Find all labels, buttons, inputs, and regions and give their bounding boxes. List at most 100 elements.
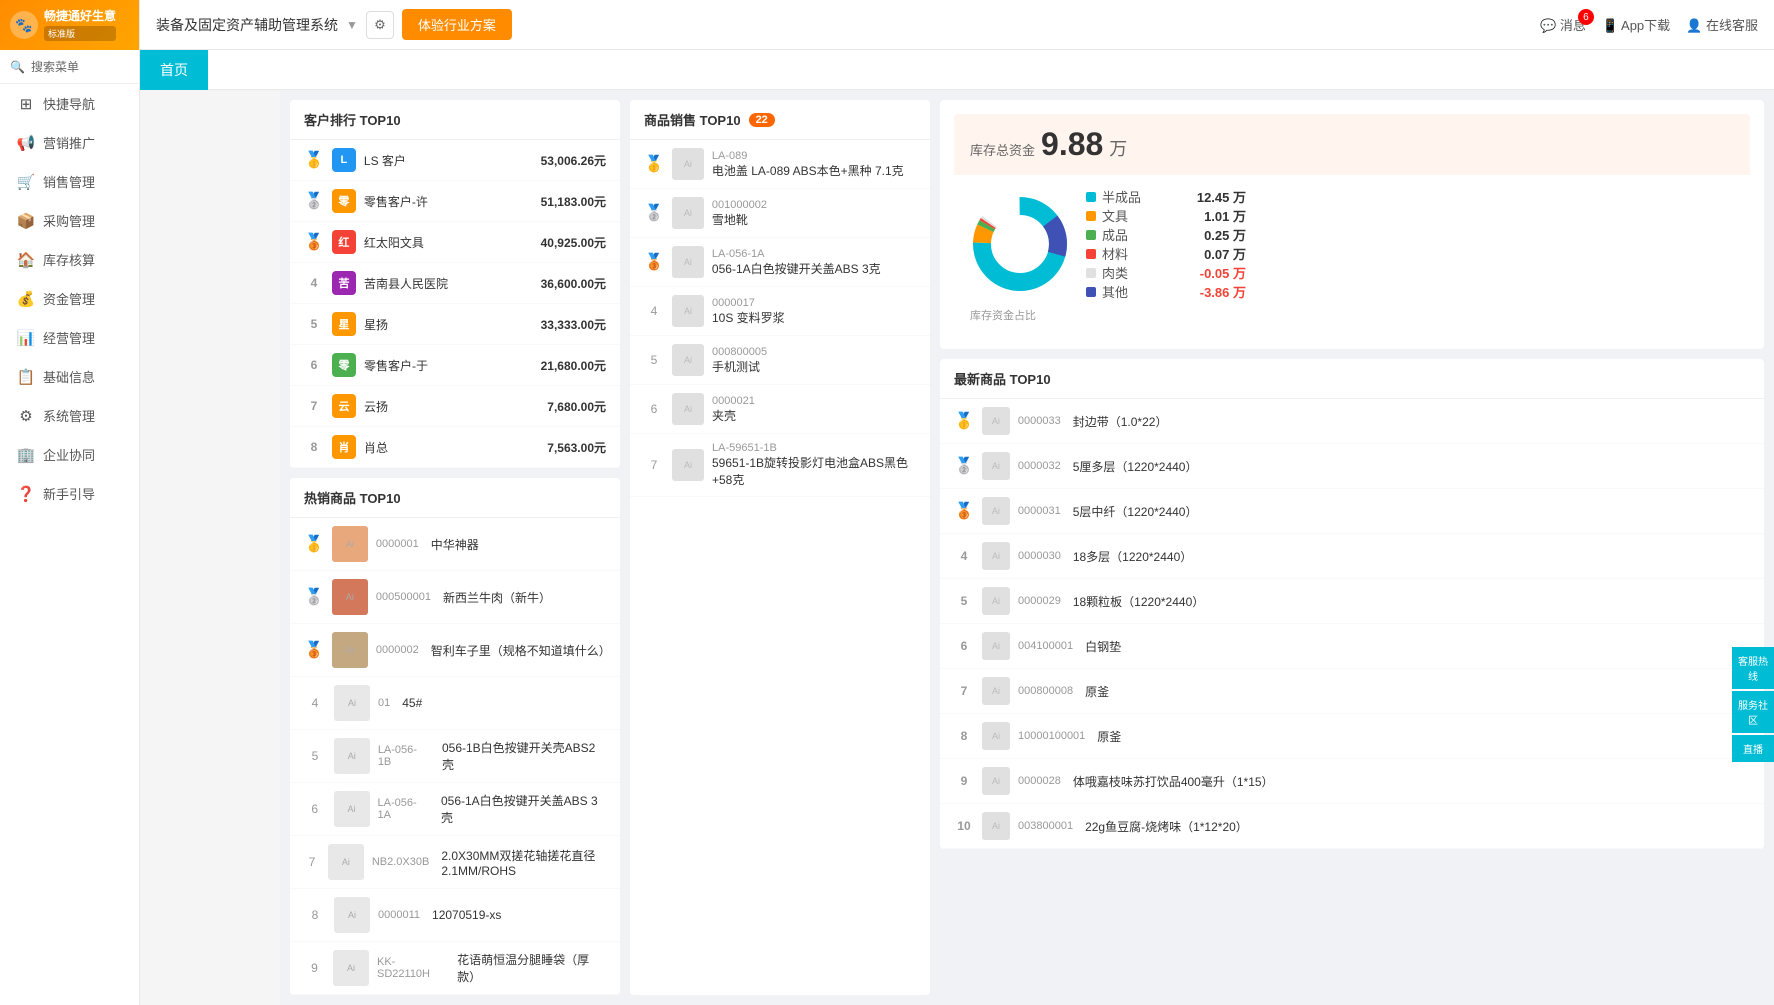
product-img: Ai — [982, 407, 1010, 435]
nav-icon-enterprise: 🏢 — [17, 446, 35, 464]
tab-home[interactable]: 首页 — [140, 50, 208, 90]
product-img: Ai — [672, 197, 704, 229]
latest-code: 0000031 — [1018, 505, 1061, 517]
hot-name: 056-1B白色按键开关壳ABS2壳 — [442, 739, 606, 773]
product-code: 0000017 — [712, 297, 916, 309]
customer-avatar: 肖 — [332, 435, 356, 459]
hot-product-img: Ai — [334, 897, 370, 933]
customer-avatar: 苦 — [332, 271, 356, 295]
medal-icon: 🥈 — [304, 191, 324, 211]
customer-name: 零售客户-于 — [364, 357, 533, 374]
rank-num: 6 — [304, 802, 326, 816]
float-btn-客服热线[interactable]: 客服热线 — [1732, 647, 1774, 689]
nav-icon-operation: 📊 — [17, 329, 35, 347]
nav-icon-finance: 💰 — [17, 290, 35, 308]
rank-num: 8 — [954, 729, 974, 743]
product-img: Ai — [982, 767, 1010, 795]
latest-name: 18多层（1220*2440） — [1073, 548, 1192, 565]
legend-item-文具: 文具 1.01 万 — [1086, 206, 1246, 225]
content-panels: 客户排行 TOP10 🥇 L LS 客户 53,006.26元 🥈 零 零售客户… — [280, 90, 1774, 1005]
product-code: 001000002 — [712, 199, 916, 211]
product-img: Ai — [672, 344, 704, 376]
customer-avatar: 红 — [332, 230, 356, 254]
nav-label-operation: 经营管理 — [43, 328, 95, 347]
latest-code: 0000030 — [1018, 550, 1061, 562]
sidebar-item-inventory[interactable]: 🏠库存核算 — [0, 240, 139, 279]
sidebar-item-sales[interactable]: 🛒销售管理 — [0, 162, 139, 201]
customer-ranking-panel: 客户排行 TOP10 🥇 L LS 客户 53,006.26元 🥈 零 零售客户… — [290, 100, 620, 468]
nav-icon-marketing: 📢 — [17, 134, 35, 152]
latest-code: 0000033 — [1018, 415, 1061, 427]
rank-num: 7 — [304, 399, 324, 413]
legend-val: 1.01 万 — [1204, 206, 1246, 225]
rank-num: 6 — [644, 402, 664, 416]
gear-button[interactable]: ⚙ — [366, 11, 394, 39]
sidebar-item-guide[interactable]: ❓新手引导 — [0, 474, 139, 513]
nav-label-marketing: 营销推广 — [43, 133, 95, 152]
product-info: 000800005 手机测试 — [712, 346, 916, 375]
rank-num: 4 — [304, 696, 326, 710]
logo-text: 畅捷通好生意 标准版 — [44, 9, 116, 42]
sidebar-item-quick-nav[interactable]: ⊞ 快捷导航 — [0, 84, 139, 123]
sidebar-item-operation[interactable]: 📊 经营管理 — [0, 318, 139, 357]
hot-product-row-2: 🥈 Ai 000500001 新西兰牛肉（新牛） — [290, 571, 620, 624]
sidebar-item-finance[interactable]: 💰 资金管理 — [0, 279, 139, 318]
rank-num: 6 — [304, 358, 324, 372]
latest-products-header: 最新商品 TOP10 — [940, 359, 1764, 399]
sidebar-item-system[interactable]: ⚙系统管理 — [0, 396, 139, 435]
float-btn-直播[interactable]: 直播 — [1732, 735, 1774, 762]
hot-code: 0000001 — [376, 538, 419, 550]
latest-product-row-10: 10 Ai 003800001 22g鱼豆腐-烧烤味（1*12*20） — [940, 804, 1764, 849]
customer-row-7: 7 云 云扬 7,680.00元 — [290, 386, 620, 427]
search-menu[interactable]: 🔍 搜索菜单 — [0, 50, 139, 84]
legend-label: 文具 — [1102, 206, 1198, 225]
hot-product-row-7: 7 Ai NB2.0X30B 2.0X30MM双搓花轴搓花直径2.1MM/ROH… — [290, 836, 620, 889]
nav-label-quick-nav: 快捷导航 — [43, 94, 95, 113]
rank-num: 7 — [644, 458, 664, 472]
product-code: 0000021 — [712, 395, 916, 407]
latest-name: 5厘多层（1220*2440） — [1073, 458, 1198, 475]
medal-icon: 🥉 — [304, 232, 324, 252]
dropdown-arrow[interactable]: ▼ — [346, 18, 358, 32]
customer-amount: 7,680.00元 — [547, 398, 606, 415]
sidebar-item-marketing[interactable]: 📢 营销推广 — [0, 123, 139, 162]
message-badge[interactable]: 💬 消息 6 — [1540, 15, 1586, 34]
sidebar-item-purchase[interactable]: 📦 采购管理 — [0, 201, 139, 240]
latest-products-list: 🥇 Ai 0000033 封边带（1.0*22） 🥈 Ai 0000032 5厘… — [940, 399, 1764, 849]
hot-product-img: Ai — [332, 632, 368, 668]
nav-label-guide: 新手引导 — [43, 484, 95, 503]
nav-label-purchase: 采购管理 — [43, 211, 95, 230]
latest-product-row-8: 8 Ai 10000100001 原釜 — [940, 714, 1764, 759]
online-service[interactable]: 👤 在线客服 — [1686, 15, 1758, 34]
medal-icon: 🥇 — [304, 150, 324, 170]
hot-code: 0000011 — [378, 909, 420, 921]
inventory-unit: 万 — [1109, 135, 1127, 161]
medal-icon: 🥉 — [644, 252, 664, 272]
hot-products-list: 🥇 Ai 0000001 中华神器 🥈 Ai 000500001 新西兰牛肉（新… — [290, 518, 620, 995]
product-img: Ai — [672, 295, 704, 327]
latest-name: 18颗粒板（1220*2440） — [1073, 593, 1204, 610]
customer-name: 红太阳文具 — [364, 234, 533, 251]
nav-icon-quick-nav: ⊞ — [17, 95, 35, 113]
latest-name: 封边带（1.0*22） — [1073, 413, 1168, 430]
latest-code: 10000100001 — [1018, 730, 1085, 742]
product-img: Ai — [982, 677, 1010, 705]
app-download[interactable]: 📱 App下载 — [1602, 15, 1670, 34]
customer-row-5: 5 星 星扬 33,333.00元 — [290, 304, 620, 345]
product-code: 000800005 — [712, 346, 916, 358]
nav-icon-purchase: 📦 — [17, 212, 35, 230]
search-icon: 🔍 — [10, 60, 25, 74]
sidebar-item-base[interactable]: 📋基础信息 — [0, 357, 139, 396]
legend-item-其他: 其他 -3.86 万 — [1086, 282, 1246, 301]
legend-val: 0.25 万 — [1204, 225, 1246, 244]
hot-products-header: 热销商品 TOP10 — [290, 478, 620, 518]
product-info: 0000021 夹壳 — [712, 395, 916, 424]
sidebar-item-enterprise[interactable]: 🏢企业协同 — [0, 435, 139, 474]
nav-label-finance: 资金管理 — [43, 289, 95, 308]
trial-button[interactable]: 体验行业方案 — [402, 9, 512, 40]
hot-product-row-9: 9 Ai KK-SD22110H 花语萌恒温分腿睡袋（厚款） — [290, 942, 620, 995]
product-code: LA-089 — [712, 150, 916, 162]
hot-product-row-5: 5 Ai LA-056-1B 056-1B白色按键开关壳ABS2壳 — [290, 730, 620, 783]
float-btn-服务社区[interactable]: 服务社区 — [1732, 691, 1774, 733]
latest-code: 003800001 — [1018, 820, 1073, 832]
